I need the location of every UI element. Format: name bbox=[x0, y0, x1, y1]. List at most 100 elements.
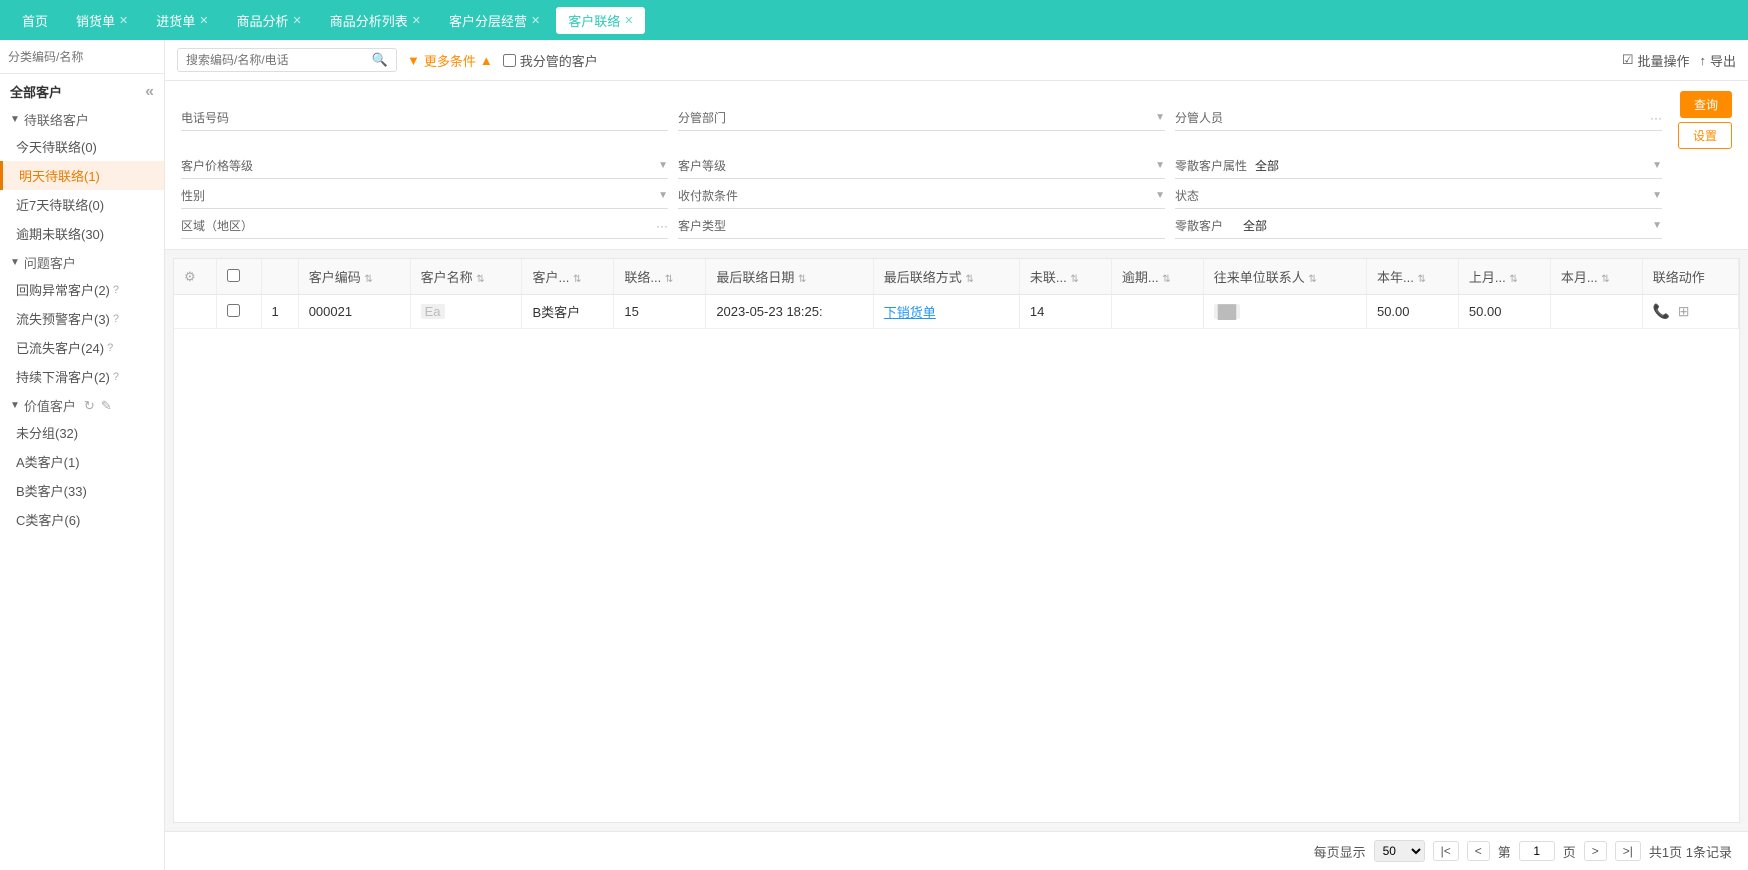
my-customers-checkbox[interactable] bbox=[503, 54, 516, 67]
export-btn[interactable]: ↑ 导出 bbox=[1699, 51, 1736, 70]
nav-sales[interactable]: 销货单 ✕ bbox=[64, 7, 140, 34]
phone-field: 电话号码 bbox=[181, 109, 668, 131]
nav-customer-segment[interactable]: 客户分层经营 ✕ bbox=[437, 7, 552, 34]
sidebar-item-class-a[interactable]: A类客户(1) bbox=[0, 447, 164, 476]
region-more-icon[interactable]: ··· bbox=[656, 219, 668, 233]
next-page-btn[interactable]: > bbox=[1584, 841, 1607, 861]
sort-year-icon[interactable]: ⇅ bbox=[1417, 274, 1425, 285]
th-this-year: 本年... ⇅ bbox=[1366, 259, 1458, 295]
prev-page-btn[interactable]: < bbox=[1467, 841, 1490, 861]
sort-last-month-icon[interactable]: ⇅ bbox=[1509, 274, 1517, 285]
toolbar: 🔍 ▼ 更多条件 ▲ 我分管的客户 ☑ 批量操作 ↑ 导出 bbox=[165, 40, 1748, 81]
select-all-checkbox[interactable] bbox=[227, 269, 240, 282]
my-customers-label[interactable]: 我分管的客户 bbox=[503, 51, 598, 70]
sidebar-item-lost[interactable]: 已流失客户(24) ? bbox=[0, 333, 164, 362]
last-method-link[interactable]: 下销货单 bbox=[884, 305, 936, 320]
close-sales-icon[interactable]: ✕ bbox=[119, 14, 128, 27]
help-repeat-icon: ? bbox=[113, 284, 119, 296]
sort-no-contact-icon[interactable]: ⇅ bbox=[1070, 274, 1078, 285]
more-conditions-btn[interactable]: ▼ 更多条件 ▲ bbox=[407, 51, 493, 70]
sort-date-icon[interactable]: ⇅ bbox=[798, 274, 806, 285]
retail-cust-value: 全部 bbox=[1243, 217, 1644, 234]
nav-customer-contact[interactable]: 客户联络 ✕ bbox=[556, 7, 645, 34]
sidebar-item-overdue[interactable]: 逾期未联络(30) bbox=[0, 219, 164, 248]
page-input[interactable] bbox=[1519, 841, 1555, 861]
toolbar-search-icon[interactable]: 🔍 bbox=[372, 52, 388, 68]
sidebar-item-today[interactable]: 今天待联络(0) bbox=[0, 132, 164, 161]
person-field: 分管人员 ··· bbox=[1175, 109, 1662, 131]
pending-arrow: ▼ bbox=[10, 114, 20, 125]
nav-product-list[interactable]: 商品分析列表 ✕ bbox=[318, 7, 433, 34]
th-settings: ⚙ bbox=[174, 259, 216, 295]
batch-ops-btn[interactable]: ☑ 批量操作 bbox=[1622, 51, 1690, 70]
status-dropdown-icon[interactable]: ▼ bbox=[1652, 190, 1662, 201]
table-body: 1 000021 Ea B类客户 15 2023-05-23 18:25: 下销… bbox=[174, 295, 1739, 329]
sort-unit-contact-icon[interactable]: ⇅ bbox=[1308, 274, 1316, 285]
filter-icon: ▼ bbox=[407, 53, 420, 68]
th-action: 联络动作 bbox=[1642, 259, 1738, 295]
action-phone-icon[interactable]: 📞 bbox=[1653, 303, 1670, 319]
sort-type-icon[interactable]: ⇅ bbox=[573, 274, 581, 285]
sidebar-item-week[interactable]: 近7天待联络(0) bbox=[0, 190, 164, 219]
row-contact: 15 bbox=[614, 295, 706, 329]
action-more-icon[interactable]: ⊞ bbox=[1678, 303, 1690, 319]
payment-dropdown-icon[interactable]: ▼ bbox=[1155, 190, 1165, 201]
settings-gear-icon[interactable]: ⚙ bbox=[184, 269, 196, 284]
sidebar-item-keep-down[interactable]: 持续下滑客户(2) ? bbox=[0, 362, 164, 391]
collapse-icon[interactable]: « bbox=[145, 83, 154, 101]
nav-purchase[interactable]: 进货单 ✕ bbox=[144, 7, 220, 34]
content-area: 🔍 ▼ 更多条件 ▲ 我分管的客户 ☑ 批量操作 ↑ 导出 bbox=[165, 40, 1748, 870]
checkbox-batch-icon: ☑ bbox=[1622, 52, 1634, 68]
row-this-month bbox=[1550, 295, 1642, 329]
close-purchase-icon[interactable]: ✕ bbox=[199, 14, 208, 27]
retail-attr-dropdown-icon[interactable]: ▼ bbox=[1652, 160, 1662, 171]
filter-actions: 查询 设置 bbox=[1672, 91, 1732, 149]
sidebar-item-tomorrow[interactable]: 明天待联络(1) bbox=[0, 161, 164, 190]
cust-level-field: 客户等级 ▼ bbox=[678, 157, 1165, 179]
sidebar-item-class-c[interactable]: C类客户(6) bbox=[0, 505, 164, 534]
nav-product-analysis[interactable]: 商品分析 ✕ bbox=[224, 7, 313, 34]
value-edit-icon[interactable]: ✎ bbox=[101, 398, 112, 414]
sidebar-item-loss-risk[interactable]: 流失预警客户(3) ? bbox=[0, 304, 164, 333]
retail-cust-dropdown-icon[interactable]: ▼ bbox=[1652, 220, 1662, 231]
search-input[interactable] bbox=[186, 53, 366, 67]
status-field: 状态 ▼ bbox=[1175, 187, 1662, 209]
sort-contact-icon[interactable]: ⇅ bbox=[665, 274, 673, 285]
last-page-btn[interactable]: >| bbox=[1615, 841, 1641, 861]
export-icon: ↑ bbox=[1699, 53, 1706, 68]
help-down-icon: ? bbox=[113, 371, 119, 383]
close-contact-icon[interactable]: ✕ bbox=[624, 14, 633, 27]
row-this-year: 50.00 bbox=[1366, 295, 1458, 329]
sort-name-icon[interactable]: ⇅ bbox=[476, 274, 484, 285]
close-product-list-icon[interactable]: ✕ bbox=[412, 14, 421, 27]
problem-arrow: ▼ bbox=[10, 257, 20, 268]
row-checkbox-input[interactable] bbox=[227, 304, 240, 317]
close-segment-icon[interactable]: ✕ bbox=[531, 14, 540, 27]
th-cust-name: 客户名称 ⇅ bbox=[410, 259, 522, 295]
person-more-icon[interactable]: ··· bbox=[1650, 111, 1662, 125]
sidebar-item-unclassified[interactable]: 未分组(32) bbox=[0, 418, 164, 447]
per-page-select[interactable]: 50 100 200 bbox=[1374, 840, 1425, 862]
sidebar-item-class-b[interactable]: B类客户(33) bbox=[0, 476, 164, 505]
sort-method-icon[interactable]: ⇅ bbox=[965, 274, 973, 285]
cust-price-dropdown-icon[interactable]: ▼ bbox=[658, 160, 668, 171]
unit-contact-blurred: ██ bbox=[1214, 304, 1240, 319]
sort-overdue-icon[interactable]: ⇅ bbox=[1162, 274, 1170, 285]
th-cust-type: 客户... ⇅ bbox=[522, 259, 614, 295]
first-page-btn[interactable]: |< bbox=[1433, 841, 1459, 861]
value-refresh-icon[interactable]: ↻ bbox=[84, 398, 95, 414]
cust-level-dropdown-icon[interactable]: ▼ bbox=[1155, 160, 1165, 171]
pending-section-title: ▼ 待联络客户 bbox=[0, 105, 164, 132]
close-product-icon[interactable]: ✕ bbox=[293, 14, 302, 27]
sort-month-icon[interactable]: ⇅ bbox=[1601, 274, 1609, 285]
set-btn[interactable]: 设置 bbox=[1678, 122, 1732, 149]
dept-dropdown-icon[interactable]: ▼ bbox=[1155, 112, 1165, 123]
gender-dropdown-icon[interactable]: ▼ bbox=[658, 190, 668, 201]
nav-home[interactable]: 首页 bbox=[10, 7, 60, 34]
help-lost-icon: ? bbox=[107, 342, 113, 354]
sidebar-search-input[interactable] bbox=[8, 50, 163, 64]
sidebar-item-repeat-abnormal[interactable]: 回购异常客户(2) ? bbox=[0, 275, 164, 304]
sort-code-icon[interactable]: ⇅ bbox=[364, 274, 372, 285]
query-btn[interactable]: 查询 bbox=[1680, 91, 1732, 118]
cust-type-field: 客户类型 bbox=[678, 217, 1165, 239]
